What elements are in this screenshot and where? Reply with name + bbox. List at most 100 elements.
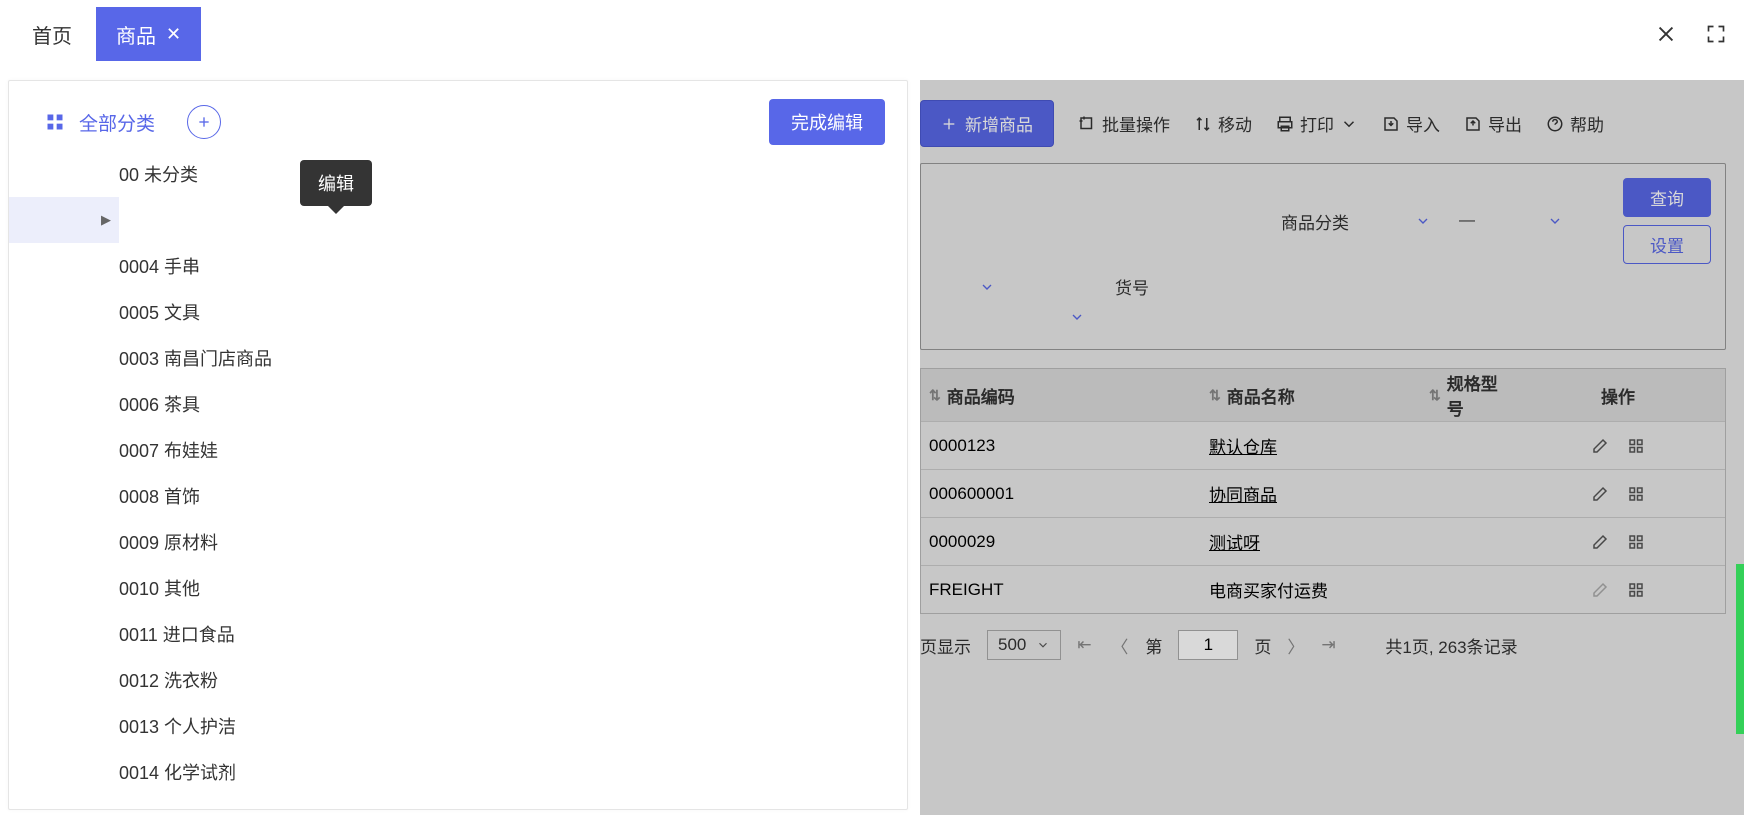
- category-item[interactable]: 0008 首饰: [9, 473, 907, 519]
- first-page-icon[interactable]: ⇤: [1077, 635, 1095, 655]
- category-item[interactable]: 0004 手串: [9, 243, 907, 289]
- tab-product[interactable]: 商品 ✕: [96, 7, 201, 61]
- category-item[interactable]: 0009 原材料: [9, 519, 907, 565]
- new-product-label: 新增商品: [965, 111, 1033, 136]
- cell-name[interactable]: 默认仓库: [1209, 433, 1277, 458]
- batch-button[interactable]: 批量操作: [1078, 111, 1170, 136]
- product-table: ⇅ 商品编码 ⇅ 商品名称 ⇅ 规格型号 操作 0000123 默认仓库 000600…: [920, 368, 1726, 614]
- category-label: 0005 文具: [119, 299, 200, 325]
- prev-page-icon[interactable]: 〈: [1111, 633, 1129, 658]
- header-op: 操作: [1601, 383, 1635, 408]
- category-label: 0014 化学试剂: [119, 759, 236, 785]
- table-row[interactable]: 0000029 测试呀: [921, 517, 1725, 565]
- category-label: 0004 手串: [119, 253, 200, 279]
- all-categories-label[interactable]: 全部分类: [79, 109, 155, 136]
- new-product-button[interactable]: 新增商品: [920, 100, 1054, 147]
- header-code: 商品编码: [947, 383, 1015, 408]
- category-item[interactable]: 0006 茶具: [9, 381, 907, 427]
- row-edit-icon: [1591, 581, 1609, 599]
- dash: —: [1459, 212, 1475, 230]
- move-button[interactable]: 移动: [1194, 111, 1252, 136]
- category-item[interactable]: 0005 文具: [9, 289, 907, 335]
- sort-icon[interactable]: ⇅: [1429, 387, 1441, 404]
- filter-huohao-label: 货号: [1115, 274, 1185, 299]
- category-label: 00 未分类: [119, 161, 198, 187]
- category-item[interactable]: 0014 化学试剂: [9, 749, 907, 795]
- sort-icon[interactable]: ⇅: [1209, 387, 1221, 404]
- filter-unknown-select[interactable]: [935, 279, 995, 295]
- category-item[interactable]: 0010 其他: [9, 565, 907, 611]
- category-panel: 全部分类 完成编辑 00 未分类▶ 0001 一级 0004 手串 0005 文具…: [8, 80, 908, 810]
- filter-category-select-from[interactable]: [1371, 213, 1431, 229]
- header-spec: 规格型号: [1447, 370, 1511, 420]
- category-label: 0008 首饰: [119, 483, 200, 509]
- page-suffix: 页: [1254, 633, 1271, 658]
- add-category-button[interactable]: [187, 105, 221, 139]
- edit-tooltip: 编辑: [300, 160, 372, 206]
- close-icon[interactable]: ✕: [166, 24, 181, 45]
- main-backdrop: 新增商品 批量操作 移动 打印 导入 导出 帮助: [920, 80, 1744, 815]
- category-tree[interactable]: 00 未分类▶ 0001 一级 0004 手串 0005 文具 0003 南昌门店商…: [9, 151, 907, 809]
- tab-home[interactable]: 首页: [8, 20, 96, 49]
- row-more-icon[interactable]: [1627, 533, 1645, 551]
- category-label: 0007 布娃娃: [119, 437, 218, 463]
- last-page-icon[interactable]: ⇥: [1321, 635, 1339, 655]
- row-more-icon[interactable]: [1627, 485, 1645, 503]
- cell-name[interactable]: 协同商品: [1209, 481, 1277, 506]
- help-button[interactable]: 帮助: [1546, 111, 1604, 136]
- row-more-icon[interactable]: [1627, 581, 1645, 599]
- table-row[interactable]: 0000123 默认仓库: [921, 421, 1725, 469]
- category-label: 0010 其他: [119, 575, 200, 601]
- header-name: 商品名称: [1227, 383, 1295, 408]
- print-label: 打印: [1300, 111, 1334, 136]
- row-edit-icon[interactable]: [1591, 437, 1609, 455]
- table-row[interactable]: FREIGHT 电商买家付运费: [921, 565, 1725, 613]
- next-page-icon[interactable]: 〉: [1287, 633, 1305, 658]
- chevron-down-icon: [1036, 638, 1050, 652]
- category-item[interactable]: 0003 南昌门店商品: [9, 335, 907, 381]
- category-label: 0013 个人护洁: [119, 713, 236, 739]
- cell-code: 0000029: [929, 532, 995, 552]
- per-page-label: 页显示: [920, 633, 971, 658]
- export-button[interactable]: 导出: [1464, 111, 1522, 136]
- row-edit-icon[interactable]: [1591, 485, 1609, 503]
- fullscreen-icon[interactable]: [1694, 12, 1738, 56]
- batch-label: 批量操作: [1102, 111, 1170, 136]
- category-label: 0009 原材料: [119, 529, 218, 555]
- category-item[interactable]: ▶ 0001 一级: [9, 197, 119, 243]
- print-button[interactable]: 打印: [1276, 111, 1358, 136]
- category-item[interactable]: 0007 布娃娃: [9, 427, 907, 473]
- category-item[interactable]: 0011 进口食品: [9, 611, 907, 657]
- caret-right-icon: ▶: [101, 212, 111, 228]
- chevron-down-icon: [1340, 115, 1358, 133]
- table-row[interactable]: 000600001 协同商品: [921, 469, 1725, 517]
- row-edit-icon[interactable]: [1591, 533, 1609, 551]
- query-button[interactable]: 查询: [1623, 178, 1711, 217]
- row-more-icon[interactable]: [1627, 437, 1645, 455]
- filter-panel: 商品分类 — 查询 设置 货号: [920, 163, 1726, 350]
- category-item[interactable]: 0012 洗衣粉: [9, 657, 907, 703]
- per-page-select[interactable]: 500: [987, 630, 1061, 660]
- tab-product-label: 商品: [116, 20, 156, 49]
- filter-cut-select[interactable]: [1025, 309, 1085, 325]
- sort-icon[interactable]: ⇅: [929, 387, 941, 404]
- panel-header: 全部分类 完成编辑: [9, 81, 907, 157]
- setting-button[interactable]: 设置: [1623, 225, 1711, 264]
- import-button[interactable]: 导入: [1382, 111, 1440, 136]
- toolbar: 新增商品 批量操作 移动 打印 导入 导出 帮助: [920, 96, 1726, 163]
- page-input[interactable]: [1178, 630, 1238, 660]
- cell-name: 电商买家付运费: [1209, 577, 1328, 602]
- category-item[interactable]: 00 未分类: [9, 151, 907, 197]
- filter-category-select-to[interactable]: [1503, 213, 1563, 229]
- cell-code: FREIGHT: [929, 580, 1004, 600]
- category-item[interactable]: 0013 个人护洁: [9, 703, 907, 749]
- category-label: 0003 南昌门店商品: [119, 345, 272, 371]
- filter-category-label: 商品分类: [1281, 209, 1351, 234]
- close-all-icon[interactable]: [1644, 12, 1688, 56]
- page-summary: 共1页, 263条记录: [1385, 633, 1517, 658]
- cell-code: 000600001: [929, 484, 1014, 504]
- cell-name[interactable]: 测试呀: [1209, 529, 1260, 554]
- table-header: ⇅ 商品编码 ⇅ 商品名称 ⇅ 规格型号 操作: [921, 369, 1725, 421]
- done-edit-button[interactable]: 完成编辑: [769, 99, 885, 145]
- page-prefix: 第: [1145, 633, 1162, 658]
